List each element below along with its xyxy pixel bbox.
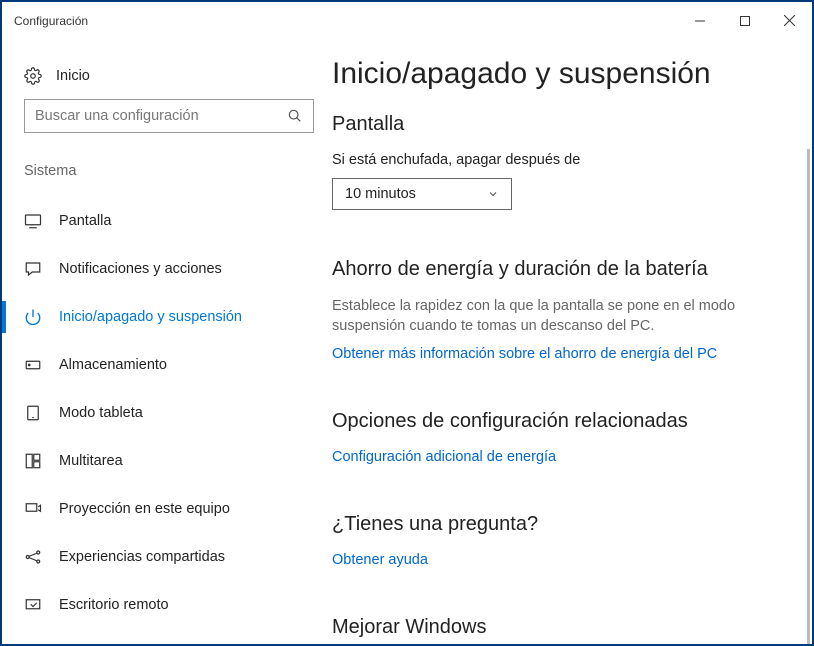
sidebar-item-label: Pantalla <box>59 213 111 229</box>
sidebar-item-label: Modo tableta <box>59 405 143 421</box>
gear-icon <box>24 67 42 85</box>
home-button[interactable]: Inicio <box>2 57 332 99</box>
window-title: Configuración <box>14 14 677 28</box>
sidebar-item-storage[interactable]: Almacenamiento <box>2 341 332 389</box>
remote-icon <box>24 596 42 614</box>
sidebar-item-remote-desktop[interactable]: Escritorio remoto <box>2 581 332 629</box>
search-placeholder: Buscar una configuración <box>35 108 287 124</box>
scrollbar[interactable] <box>807 149 810 644</box>
question-section-title: ¿Tienes una pregunta? <box>332 513 782 536</box>
sidebar-item-notifications[interactable]: Notificaciones y acciones <box>2 245 332 293</box>
storage-icon <box>24 356 42 374</box>
sidebar-item-power-sleep[interactable]: Inicio/apagado y suspensión <box>2 293 332 341</box>
energy-section-title: Ahorro de energía y duración de la bater… <box>332 258 782 281</box>
sidebar-item-label: Almacenamiento <box>59 357 167 373</box>
sidebar-item-label: Experiencias compartidas <box>59 549 225 565</box>
multitask-icon <box>24 452 42 470</box>
sidebar: Inicio Buscar una configuración Sistema … <box>2 39 332 644</box>
sidebar-item-label: Notificaciones y acciones <box>59 261 222 277</box>
search-icon <box>287 108 303 124</box>
sidebar-item-shared-experiences[interactable]: Experiencias compartidas <box>2 533 332 581</box>
related-section-title: Opciones de configuración relacionadas <box>332 410 782 433</box>
monitor-icon <box>24 212 42 230</box>
sidebar-section-label: Sistema <box>2 163 332 197</box>
energy-description: Establece la rapidez con la que la panta… <box>332 297 782 336</box>
screen-off-select[interactable]: 10 minutos <box>332 178 512 210</box>
search-input[interactable]: Buscar una configuración <box>24 99 314 133</box>
notification-icon <box>24 260 42 278</box>
get-help-link[interactable]: Obtener ayuda <box>332 552 782 568</box>
page-title: Inicio/apagado y suspensión <box>332 57 782 91</box>
tablet-icon <box>24 404 42 422</box>
sidebar-item-multitasking[interactable]: Multitarea <box>2 437 332 485</box>
sidebar-item-label: Proyección en este equipo <box>59 501 230 517</box>
maximize-button[interactable] <box>722 6 767 36</box>
screen-off-value: 10 minutos <box>345 186 487 202</box>
chevron-down-icon <box>487 188 499 200</box>
minimize-button[interactable] <box>677 6 722 36</box>
projecting-icon <box>24 500 42 518</box>
sidebar-item-tablet-mode[interactable]: Modo tableta <box>2 389 332 437</box>
shared-icon <box>24 548 42 566</box>
sidebar-item-projecting[interactable]: Proyección en este equipo <box>2 485 332 533</box>
additional-power-link[interactable]: Configuración adicional de energía <box>332 449 782 465</box>
energy-more-info-link[interactable]: Obtener más información sobre el ahorro … <box>332 346 782 362</box>
improve-section-title: Mejorar Windows <box>332 616 782 639</box>
titlebar: Configuración <box>2 2 812 39</box>
window-controls <box>677 6 812 36</box>
close-button[interactable] <box>767 6 812 36</box>
sidebar-item-label: Multitarea <box>59 453 123 469</box>
screen-section-title: Pantalla <box>332 113 782 136</box>
sidebar-item-display[interactable]: Pantalla <box>2 197 332 245</box>
sidebar-item-label: Inicio/apagado y suspensión <box>59 309 242 325</box>
sidebar-item-label: Escritorio remoto <box>59 597 169 613</box>
main-content: Inicio/apagado y suspensión Pantalla Si … <box>332 39 812 644</box>
home-label: Inicio <box>56 68 90 84</box>
screen-off-label: Si está enchufada, apagar después de <box>332 152 782 168</box>
power-icon <box>24 308 42 326</box>
